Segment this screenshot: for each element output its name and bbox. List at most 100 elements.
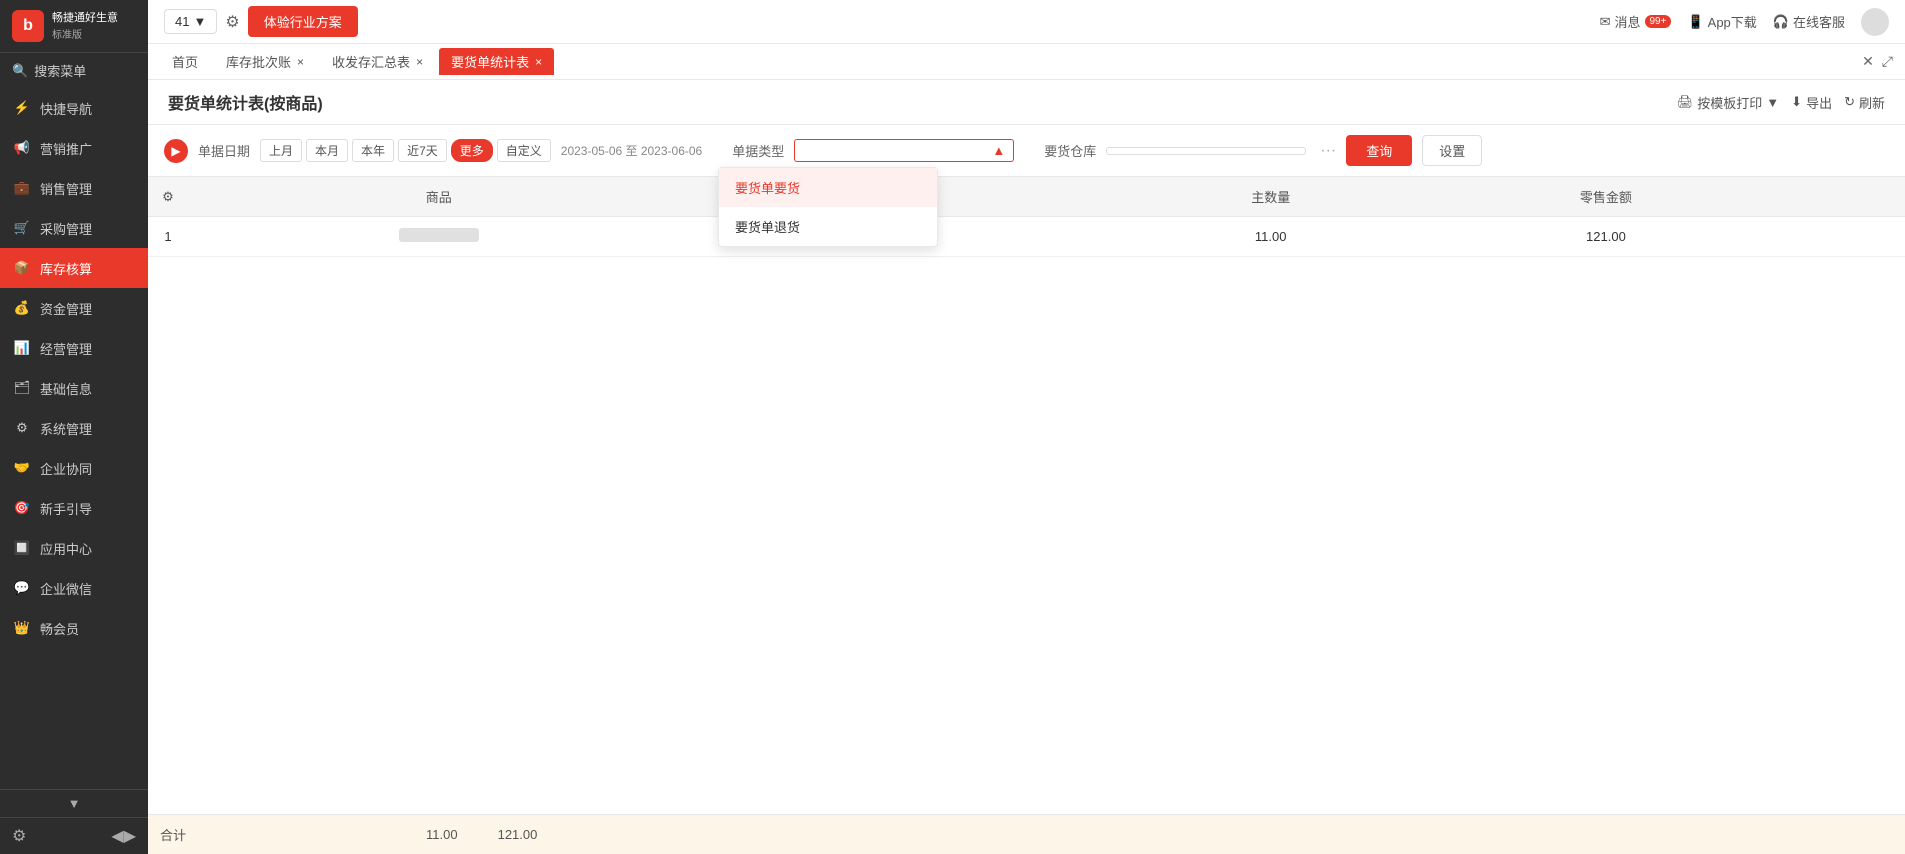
search-menu[interactable]: 🔍 搜索菜单 bbox=[0, 53, 148, 88]
sidebar-item-inventory[interactable]: 📦 库存核算 bbox=[0, 248, 148, 288]
sidebar-item-finance[interactable]: 💰 资金管理 bbox=[0, 288, 148, 328]
page-header: 要货单统计表(按商品) 🖨 按模板打印 ▼ ⬇ 导出 ↻ 刷新 bbox=[148, 80, 1905, 125]
th-quantity: 主数量 bbox=[1119, 177, 1423, 217]
online-service-action[interactable]: 🎧 在线客服 bbox=[1773, 12, 1845, 31]
finance-icon: 💰 bbox=[12, 298, 32, 318]
footer-quantity: 11.00 bbox=[426, 827, 458, 842]
tab-home-label: 首页 bbox=[172, 52, 198, 71]
topbar: 41 ▼ ⚙ 体验行业方案 ✉ 消息 99+ 📱 App下载 🎧 在线客服 bbox=[148, 0, 1905, 44]
sidebar-item-newbie[interactable]: 🎯 新手引导 bbox=[0, 488, 148, 528]
more-date-btn[interactable]: 更多 bbox=[451, 139, 493, 162]
cell-quantity: 11.00 bbox=[1119, 217, 1423, 257]
nav-label: 新手引导 bbox=[40, 499, 92, 518]
type-dropdown-menu: 要货单要货 要货单退货 bbox=[718, 167, 938, 247]
print-icon: 🖨 bbox=[1677, 94, 1694, 110]
date-range-display: 2023-05-06 至 2023-06-06 bbox=[561, 142, 702, 159]
company-selector[interactable]: 41 ▼ bbox=[164, 9, 217, 34]
last-month-btn[interactable]: 上月 bbox=[260, 139, 302, 162]
nav-label: 营销推广 bbox=[40, 139, 92, 158]
export-button[interactable]: ⬇ 导出 bbox=[1791, 93, 1832, 112]
th-settings[interactable]: ⚙ bbox=[148, 177, 188, 217]
tab-home[interactable]: 首页 bbox=[160, 48, 210, 75]
nav-label: 快捷导航 bbox=[40, 99, 92, 118]
product-blurred bbox=[399, 228, 479, 242]
company-name: 41 bbox=[175, 14, 189, 29]
trial-button[interactable]: 体验行业方案 bbox=[248, 6, 358, 37]
messages-icon: ✉ bbox=[1600, 14, 1611, 30]
logo-area: b 畅捷通好生意 标准版 bbox=[0, 0, 148, 53]
refresh-button[interactable]: ↻ 刷新 bbox=[1844, 93, 1885, 112]
online-service-label: 在线客服 bbox=[1793, 12, 1845, 31]
sidebar-item-sales[interactable]: 💼 销售管理 bbox=[0, 168, 148, 208]
sidebar-scroll-down[interactable]: ▼ bbox=[0, 789, 148, 817]
data-table: ⚙ 商品 主计量单位 主数量 零售金额 1 块 bbox=[148, 177, 1905, 257]
main-area: 41 ▼ ⚙ 体验行业方案 ✉ 消息 99+ 📱 App下载 🎧 在线客服 bbox=[148, 0, 1905, 854]
cell-amount: 121.00 bbox=[1423, 217, 1790, 257]
sidebar-item-wechat[interactable]: 💬 企业微信 bbox=[0, 568, 148, 608]
user-avatar[interactable] bbox=[1861, 8, 1889, 36]
topbar-settings-icon[interactable]: ⚙ bbox=[225, 12, 239, 32]
sidebar-item-appstore[interactable]: 🔲 应用中心 bbox=[0, 528, 148, 568]
messages-action[interactable]: ✉ 消息 99+ bbox=[1600, 12, 1672, 31]
nav-label: 企业协同 bbox=[40, 459, 92, 478]
sidebar-nav: ⚡ 快捷导航 📢 营销推广 💼 销售管理 🛒 采购管理 📦 库存核算 💰 资金管… bbox=[0, 88, 148, 789]
member-icon: 👑 bbox=[12, 618, 32, 638]
warehouse-filter-select[interactable] bbox=[1106, 147, 1306, 155]
query-button[interactable]: 查询 bbox=[1346, 135, 1412, 166]
custom-date-btn[interactable]: 自定义 bbox=[497, 139, 551, 162]
filter-expand-button[interactable]: ▶ bbox=[164, 139, 188, 163]
search-label: 搜索菜单 bbox=[34, 61, 86, 80]
table-row: 1 块 11.00 121.00 bbox=[148, 217, 1905, 257]
collapse-icon[interactable]: ◀▶ bbox=[111, 826, 136, 846]
print-button[interactable]: 🖨 按模板打印 ▼ bbox=[1677, 93, 1779, 112]
tab-receive-summary-close[interactable]: × bbox=[416, 55, 423, 69]
last-7days-btn[interactable]: 近7天 bbox=[398, 139, 447, 162]
cell-no: 1 bbox=[148, 217, 188, 257]
cell-product bbox=[188, 217, 690, 257]
nav-label: 经营管理 bbox=[40, 339, 92, 358]
tab-close-all[interactable]: ✕ bbox=[1862, 53, 1874, 70]
logo-text-block: 畅捷通好生意 标准版 bbox=[52, 11, 118, 40]
sidebar-bottom: ⚙ ◀▶ bbox=[0, 817, 148, 854]
this-month-btn[interactable]: 本月 bbox=[306, 139, 348, 162]
tab-batch-account[interactable]: 库存批次账 × bbox=[214, 48, 316, 75]
tab-batch-account-close[interactable]: × bbox=[297, 55, 304, 69]
sidebar-item-base[interactable]: 🗂 基础信息 bbox=[0, 368, 148, 408]
messages-label: 消息 bbox=[1614, 12, 1640, 31]
sidebar-item-purchase[interactable]: 🛒 采购管理 bbox=[0, 208, 148, 248]
tab-expand-icon[interactable]: ⤢ bbox=[1882, 53, 1893, 70]
tab-order-stats-close[interactable]: × bbox=[535, 55, 542, 69]
sidebar-item-member[interactable]: 👑 畅会员 bbox=[0, 608, 148, 648]
enterprise-icon: 🤝 bbox=[12, 458, 32, 478]
nav-label: 库存核算 bbox=[40, 259, 92, 278]
wechat-icon: 💬 bbox=[12, 578, 32, 598]
sidebar-item-enterprise[interactable]: 🤝 企业协同 bbox=[0, 448, 148, 488]
system-icon: ⚙ bbox=[12, 418, 32, 438]
nav-label: 采购管理 bbox=[40, 219, 92, 238]
tab-receive-summary[interactable]: 收发存汇总表 × bbox=[320, 48, 435, 75]
app-download-icon: 📱 bbox=[1687, 14, 1703, 30]
settings-bottom-icon[interactable]: ⚙ bbox=[12, 826, 26, 846]
topbar-right: ✉ 消息 99+ 📱 App下载 🎧 在线客服 bbox=[1600, 8, 1889, 36]
sidebar-item-system[interactable]: ⚙ 系统管理 bbox=[0, 408, 148, 448]
footer-total-label: 合计 bbox=[160, 825, 186, 844]
th-amount: 零售金额 bbox=[1423, 177, 1790, 217]
sidebar-item-quick-nav[interactable]: ⚡ 快捷导航 bbox=[0, 88, 148, 128]
type-filter-select[interactable]: ▲ bbox=[794, 139, 1014, 162]
dropdown-item-order-return[interactable]: 要货单退货 bbox=[719, 207, 937, 246]
sidebar-item-operation[interactable]: 📊 经营管理 bbox=[0, 328, 148, 368]
settings-row-button[interactable]: 设置 bbox=[1422, 135, 1482, 166]
sidebar-item-marketing[interactable]: 📢 营销推广 bbox=[0, 128, 148, 168]
data-table-area: ⚙ 商品 主计量单位 主数量 零售金额 1 块 bbox=[148, 177, 1905, 814]
sales-icon: 💼 bbox=[12, 178, 32, 198]
nav-label: 畅会员 bbox=[40, 619, 79, 638]
app-download-action[interactable]: 📱 App下载 bbox=[1687, 12, 1756, 31]
chevron-down-icon: ▼ bbox=[193, 14, 206, 29]
date-quick-buttons: 上月 本月 本年 近7天 更多 自定义 bbox=[260, 139, 551, 162]
more-filter-icon[interactable]: ··· bbox=[1320, 142, 1336, 160]
nav-label: 应用中心 bbox=[40, 539, 92, 558]
tab-order-stats[interactable]: 要货单统计表 × bbox=[439, 48, 554, 75]
dropdown-item-order-goods[interactable]: 要货单要货 bbox=[719, 168, 937, 207]
this-year-btn[interactable]: 本年 bbox=[352, 139, 394, 162]
refresh-icon: ↻ bbox=[1844, 94, 1855, 110]
